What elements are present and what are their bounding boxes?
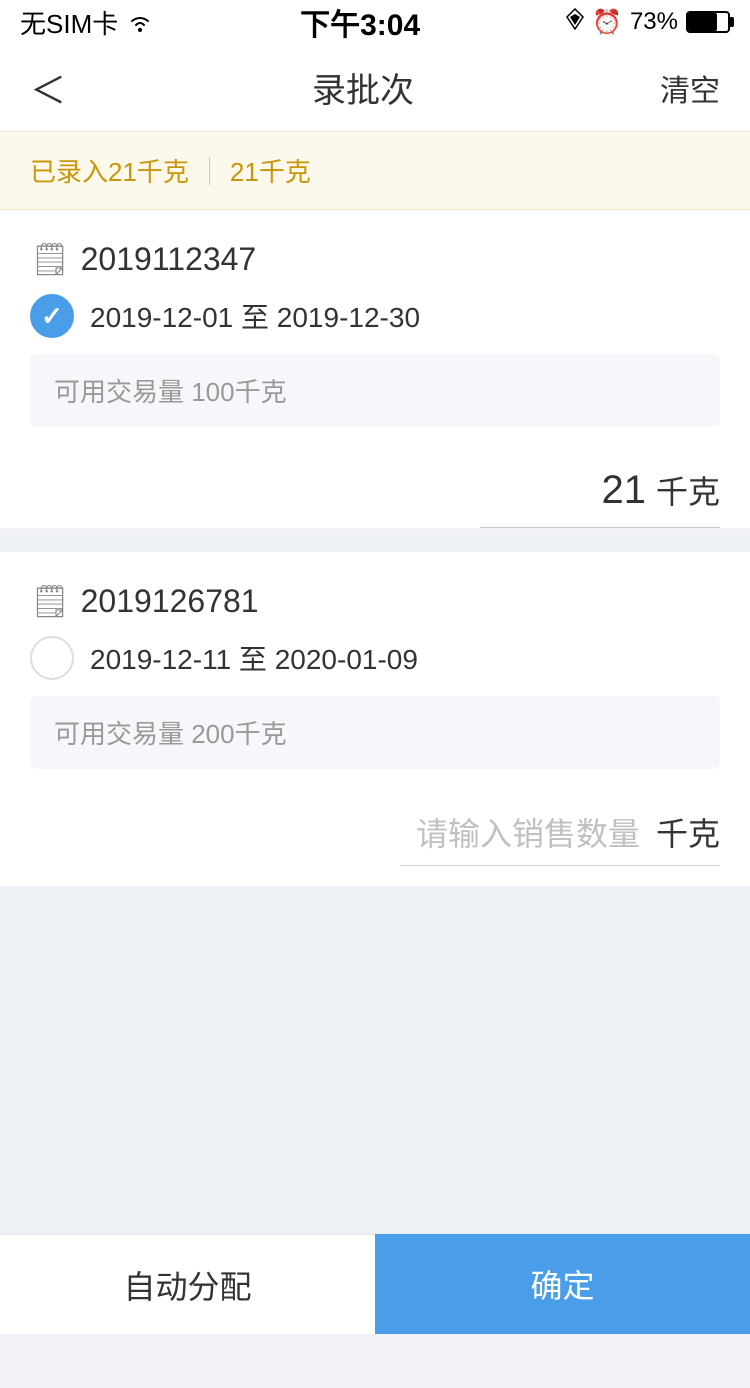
batch2-id: 2019126781 bbox=[81, 583, 259, 620]
info-divider bbox=[209, 157, 210, 185]
batch1-available: 可用交易量 100千克 bbox=[30, 354, 720, 427]
batch1-quantity-area: 21 千克 bbox=[601, 467, 720, 517]
batch2-card: 🗒 2019126781 2019-12-11 至 2020-01-09 可用交… bbox=[0, 552, 750, 886]
status-right: ⏰ 73% bbox=[566, 8, 730, 37]
batch1-quantity-row: 21 千克 bbox=[0, 447, 750, 527]
batch1-underline bbox=[480, 527, 720, 528]
wifi-icon bbox=[126, 11, 154, 33]
card-separator-1 bbox=[0, 536, 750, 552]
batch1-id: 2019112347 bbox=[81, 241, 257, 278]
battery-icon bbox=[686, 11, 730, 33]
status-bar: 无SIM卡 下午3:04 ⏰ 73% bbox=[0, 0, 750, 44]
page-title: 录批次 bbox=[312, 63, 414, 112]
batch1-card: 🗒 2019112347 2019-12-01 至 2019-12-30 可用交… bbox=[0, 210, 750, 528]
auto-distribute-button[interactable]: 自动分配 bbox=[0, 1234, 375, 1334]
location-icon bbox=[566, 8, 584, 37]
batch2-date: 2019-12-11 至 2020-01-09 bbox=[90, 638, 418, 678]
batch1-doc-icon: 🗒 bbox=[30, 240, 71, 278]
batch1-id-row: 🗒 2019112347 bbox=[30, 240, 720, 278]
batch2-available: 可用交易量 200千克 bbox=[30, 696, 720, 769]
batch2-available-text: 可用交易量 200千克 bbox=[54, 719, 287, 749]
clear-button[interactable]: 清空 bbox=[660, 66, 720, 110]
batch2-input-placeholder: 请输入销售数量 bbox=[416, 809, 640, 855]
batch2-date-row[interactable]: 2019-12-11 至 2020-01-09 bbox=[30, 636, 720, 680]
confirm-button[interactable]: 确定 bbox=[375, 1234, 750, 1334]
status-time: 下午3:04 bbox=[300, 0, 420, 44]
batch2-input-row[interactable]: 请输入销售数量 千克 bbox=[0, 789, 750, 865]
batch1-available-text: 可用交易量 100千克 bbox=[54, 377, 287, 407]
batch1-quantity-value[interactable]: 21 bbox=[601, 468, 646, 513]
batch2-unit: 千克 bbox=[656, 809, 720, 855]
batch2-id-row: 🗒 2019126781 bbox=[30, 582, 720, 620]
info-banner: 已录入21千克 21千克 bbox=[0, 132, 750, 210]
back-button[interactable]: ＜ bbox=[30, 62, 66, 114]
batch1-date: 2019-12-01 至 2019-12-30 bbox=[90, 296, 420, 336]
nav-bar: ＜ 录批次 清空 bbox=[0, 44, 750, 132]
recorded-label: 已录入21千克 bbox=[30, 152, 189, 189]
batch1-date-row[interactable]: 2019-12-01 至 2019-12-30 bbox=[30, 294, 720, 338]
bottom-bar: 自动分配 确定 bbox=[0, 1234, 750, 1334]
batch2-doc-icon: 🗒 bbox=[30, 582, 71, 620]
batch1-unit: 千克 bbox=[656, 467, 720, 513]
alarm-icon: ⏰ bbox=[592, 8, 622, 37]
empty-content-area bbox=[0, 888, 750, 1288]
total-label: 21千克 bbox=[230, 152, 311, 189]
carrier-text: 无SIM卡 bbox=[20, 4, 118, 41]
battery-percent: 73% bbox=[630, 8, 678, 36]
batch1-radio[interactable] bbox=[30, 294, 74, 338]
batch2-radio[interactable] bbox=[30, 636, 74, 680]
status-left: 无SIM卡 bbox=[20, 4, 154, 41]
